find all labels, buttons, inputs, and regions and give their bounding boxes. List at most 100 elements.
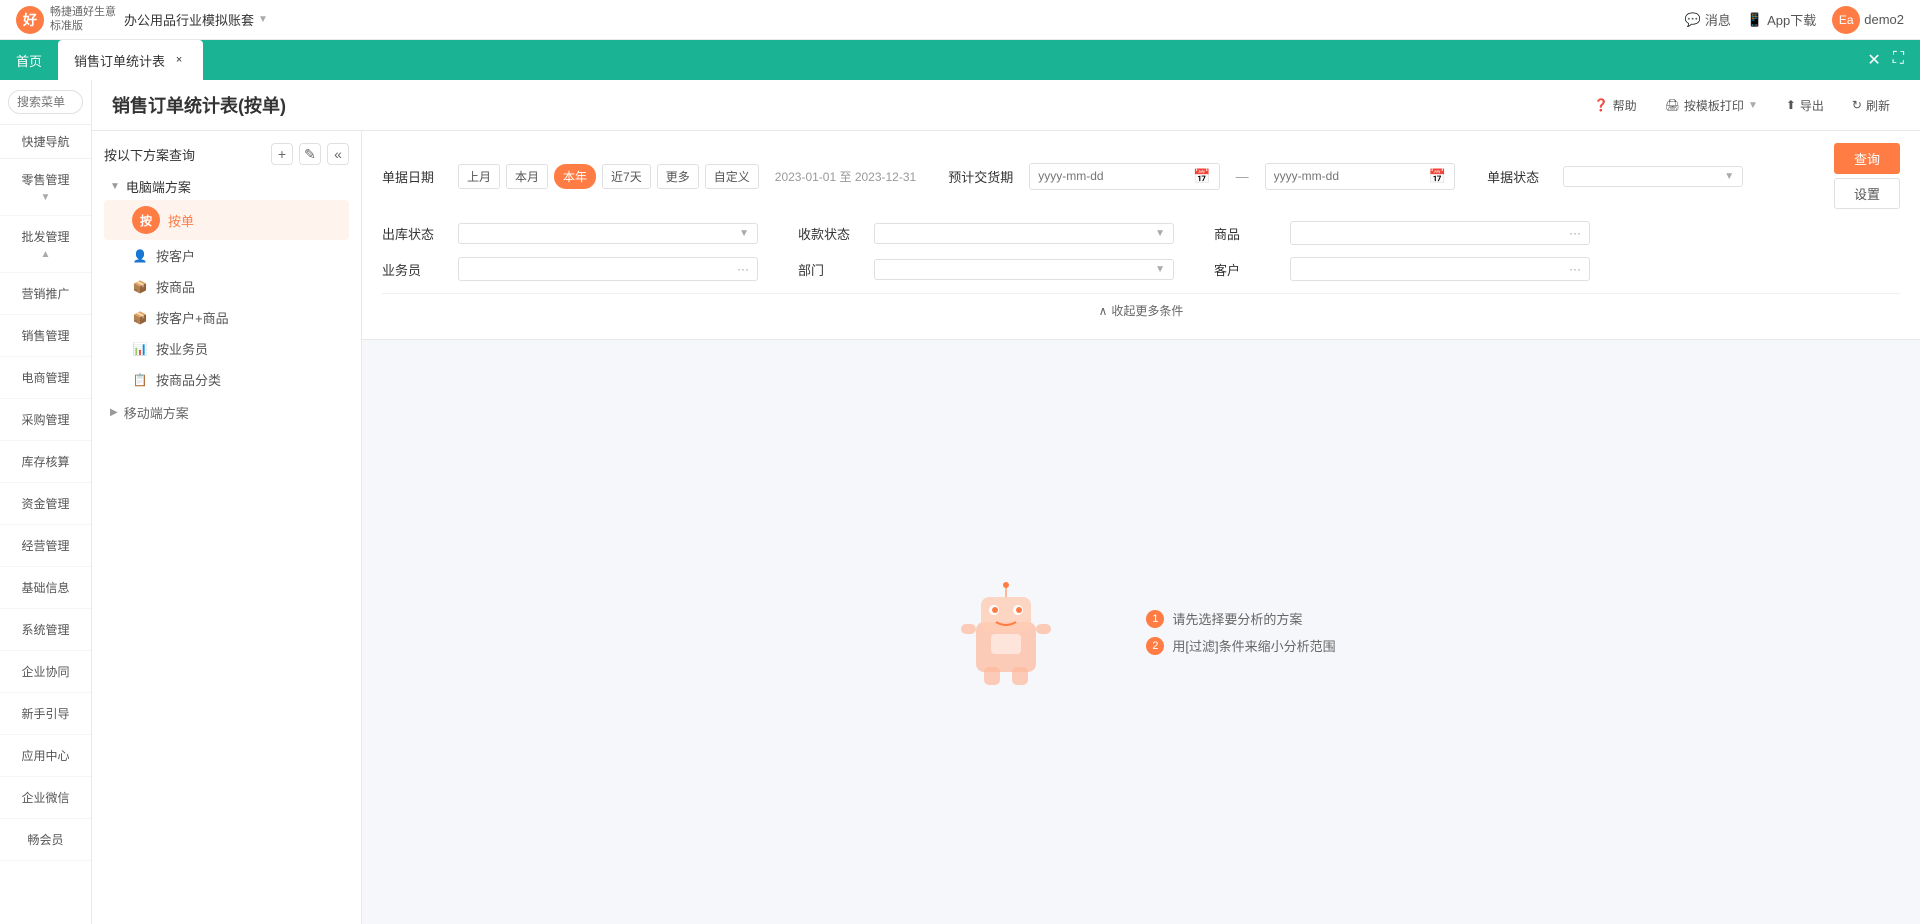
filter-bar: 单据日期 上月 本月 本年 近7天 更多 自定义 2023-01-01 至 20…	[362, 131, 1920, 340]
search-input[interactable]	[8, 90, 83, 114]
right-content: 单据日期 上月 本月 本年 近7天 更多 自定义 2023-01-01 至 20…	[362, 131, 1920, 924]
expected-date-to[interactable]: 📅	[1265, 163, 1455, 190]
sidebar-item-purchase[interactable]: 采购管理	[0, 399, 91, 441]
calendar-icon-2[interactable]: 📅	[1429, 168, 1446, 185]
top-bar-right: 💬 消息 📱 App下载 Ea demo2	[1685, 6, 1904, 34]
sidebar-item-appcenter[interactable]: 应用中心	[0, 735, 91, 777]
sidebar-item-wholesale[interactable]: 批发管理 ▲	[0, 216, 91, 273]
customer-select[interactable]: ···	[1290, 257, 1590, 281]
date-to-input[interactable]	[1274, 169, 1429, 183]
content-area: 销售订单统计表(按单) ❓ 帮助 🖨 按模板打印 ▼ ⬆ 导出 ↻ 刷新	[92, 80, 1920, 924]
salesman-icon: 📊	[132, 341, 148, 357]
scheme-item-by-customer[interactable]: 👤 按客户	[104, 240, 349, 271]
product-label: 商品	[1214, 224, 1274, 243]
expected-date-from[interactable]: 📅	[1029, 163, 1219, 190]
custom-date-btn[interactable]: 自定义	[705, 164, 759, 189]
payment-dropdown-icon: ▼	[1155, 228, 1165, 239]
collapse-panel-button[interactable]: «	[327, 143, 349, 165]
tab-sales-order[interactable]: 销售订单统计表 ×	[58, 40, 203, 80]
this-year-btn[interactable]: 本年	[554, 164, 596, 189]
app-download-button[interactable]: 📱 App下载	[1747, 10, 1816, 29]
tab-close-button[interactable]: ×	[171, 52, 187, 68]
salesman-more-icon[interactable]: ···	[737, 262, 749, 276]
this-month-btn[interactable]: 本月	[506, 164, 548, 189]
sidebar-item-retail[interactable]: 零售管理 ▼	[0, 159, 91, 216]
panel-header: 按以下方案查询 + ✎ «	[104, 143, 349, 165]
sidebar-item-quick-nav[interactable]: 快捷导航	[0, 125, 91, 159]
filter-row-3: 业务员 ··· 部门 ▼ 客户 ···	[382, 257, 1900, 281]
analysis-panel: 按以下方案查询 + ✎ « ▼ 电脑端方案 按 按单	[92, 131, 362, 924]
export-button[interactable]: ⬆ 导出	[1776, 93, 1834, 118]
collapse-button[interactable]: ∧ 收起更多条件	[382, 293, 1900, 327]
empty-illustration: 1 请先选择要分析的方案 2 用[过滤]条件来缩小分析范围	[946, 572, 1335, 692]
sidebar-item-basic[interactable]: 基础信息	[0, 567, 91, 609]
tab-home[interactable]: 首页	[0, 40, 58, 80]
dept-select[interactable]: ▼	[874, 259, 1174, 280]
sidebar-item-newbie[interactable]: 新手引导	[0, 693, 91, 735]
message-button[interactable]: 💬 消息	[1685, 10, 1731, 29]
scheme-item-by-salesman[interactable]: 📊 按业务员	[104, 333, 349, 364]
sidebar-item-ecommerce[interactable]: 电商管理	[0, 357, 91, 399]
sidebar-item-sales[interactable]: 销售管理	[0, 315, 91, 357]
maximize-icon[interactable]: ⛶	[1893, 50, 1904, 70]
user-menu[interactable]: Ea demo2	[1832, 6, 1904, 34]
dept-label: 部门	[798, 260, 858, 279]
customer-more-icon[interactable]: ···	[1569, 262, 1581, 276]
logo-icon: 好	[16, 6, 44, 34]
collapse-icon: ∧	[1099, 304, 1108, 318]
product-more-icon[interactable]: ···	[1569, 226, 1581, 240]
data-area: 1 请先选择要分析的方案 2 用[过滤]条件来缩小分析范围	[362, 340, 1920, 924]
sidebar-item-marketing[interactable]: 营销推广	[0, 273, 91, 315]
logo-area: 好 畅捷通好生意 标准版	[16, 6, 116, 34]
edit-scheme-button[interactable]: ✎	[299, 143, 321, 165]
tab-label: 销售订单统计表	[74, 51, 165, 70]
scheme-item-by-order[interactable]: 按 按单	[104, 200, 349, 240]
salesman-select[interactable]: ···	[458, 257, 758, 281]
payment-status-label: 收款状态	[798, 224, 858, 243]
hint-2: 2 用[过滤]条件来缩小分析范围	[1146, 636, 1335, 655]
sidebar-item-member[interactable]: 畅会员	[0, 819, 91, 861]
sidebar-item-enterprise[interactable]: 企业协同	[0, 651, 91, 693]
help-icon: ❓	[1594, 98, 1609, 112]
calendar-icon[interactable]: 📅	[1193, 168, 1210, 185]
panel-header-actions: + ✎ «	[271, 143, 349, 165]
last-month-btn[interactable]: 上月	[458, 164, 500, 189]
date-from-input[interactable]	[1038, 169, 1193, 183]
search-button[interactable]: 查询	[1834, 143, 1900, 174]
print-dropdown-icon: ▼	[1748, 100, 1758, 111]
sidebar-item-wechat[interactable]: 企业微信	[0, 777, 91, 819]
message-icon: 💬	[1685, 12, 1701, 28]
query-btn-group: 查询 设置	[1834, 143, 1900, 209]
payment-status-select[interactable]: ▼	[874, 223, 1174, 244]
date-filter-label: 单据日期	[382, 167, 442, 186]
template-print-button[interactable]: 🖨 按模板打印 ▼	[1655, 93, 1768, 118]
customer-icon: 👤	[132, 248, 148, 264]
scheme-item-by-product[interactable]: 📦 按商品	[104, 271, 349, 302]
dropdown-arrow-icon[interactable]: ▼	[258, 14, 268, 25]
filter-row-1: 单据日期 上月 本月 本年 近7天 更多 自定义 2023-01-01 至 20…	[382, 143, 1900, 209]
ship-status-select[interactable]: ▼	[458, 223, 758, 244]
sidebar-item-inventory[interactable]: 库存核算	[0, 441, 91, 483]
last7-btn[interactable]: 近7天	[602, 164, 651, 189]
pc-group-header[interactable]: ▼ 电脑端方案	[104, 173, 349, 200]
more-date-btn[interactable]: 更多	[657, 164, 699, 189]
sidebar-item-system[interactable]: 系统管理	[0, 609, 91, 651]
refresh-button[interactable]: ↻ 刷新	[1842, 93, 1900, 118]
close-window-icon[interactable]: ✕	[1867, 50, 1880, 70]
help-button[interactable]: ❓ 帮助	[1584, 93, 1647, 118]
arrow-icon: ▲	[41, 249, 51, 260]
mobile-group[interactable]: ▶ 移动端方案	[104, 399, 349, 426]
dept-dropdown-icon: ▼	[1155, 264, 1165, 275]
scheme-item-by-category[interactable]: 📋 按商品分类	[104, 364, 349, 395]
product-select[interactable]: ···	[1290, 221, 1590, 245]
customer-product-icon: 📦	[132, 310, 148, 326]
page-actions: ❓ 帮助 🖨 按模板打印 ▼ ⬆ 导出 ↻ 刷新	[1584, 93, 1900, 118]
add-scheme-button[interactable]: +	[271, 143, 293, 165]
status-select[interactable]: ▼	[1563, 166, 1743, 187]
scheme-item-by-customer-product[interactable]: 📦 按客户+商品	[104, 302, 349, 333]
sidebar: 快捷导航 零售管理 ▼ 批发管理 ▲ 营销推广 销售管理 电商管理 采购管理 库…	[0, 80, 92, 924]
settings-button[interactable]: 设置	[1834, 178, 1900, 209]
sidebar-item-finance[interactable]: 资金管理	[0, 483, 91, 525]
sidebar-item-operations[interactable]: 经营管理	[0, 525, 91, 567]
export-icon: ⬆	[1786, 98, 1796, 112]
